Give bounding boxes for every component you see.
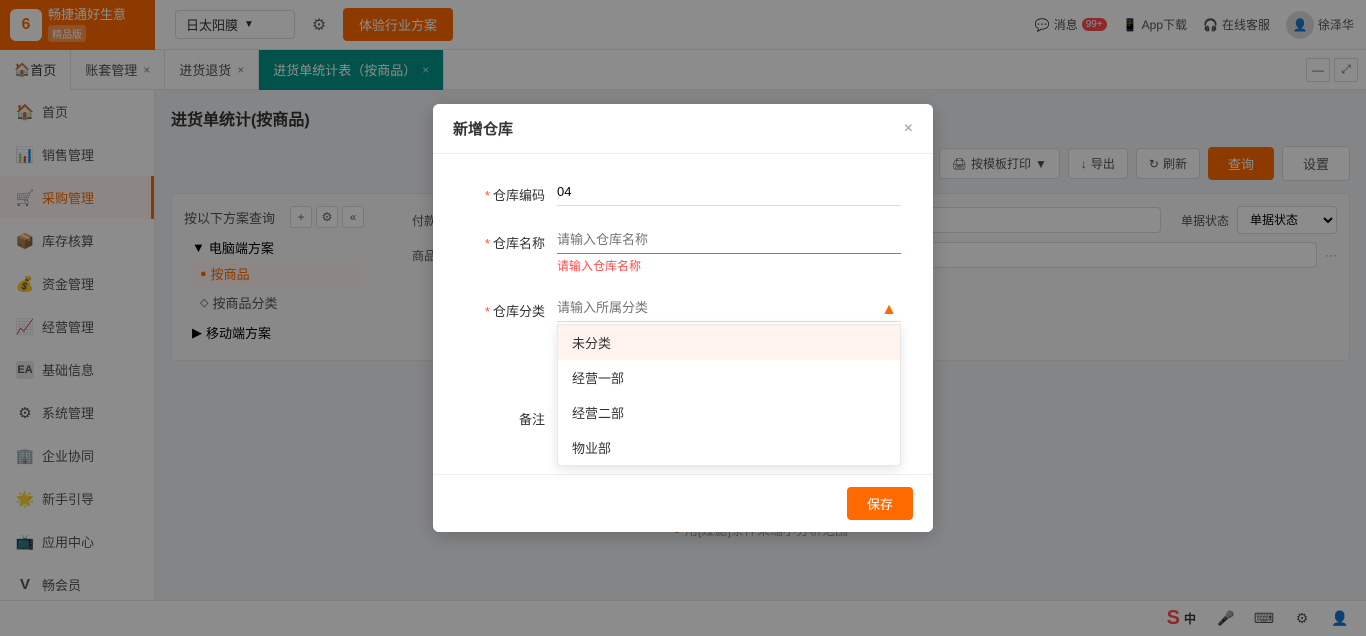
new-warehouse-modal: 新增仓库 × 仓库编码 仓库名称 请输入仓库名称 仓库分类 ▲ xyxy=(433,104,933,532)
code-input[interactable] xyxy=(557,178,901,206)
name-field-row: 仓库名称 请输入仓库名称 xyxy=(465,226,901,274)
dropdown-item-dept2[interactable]: 经营二部 xyxy=(558,395,900,430)
name-field: 请输入仓库名称 xyxy=(557,226,901,274)
name-error: 请输入仓库名称 xyxy=(557,257,901,274)
category-field-row: 仓库分类 ▲ 未分类 经营一部 经营二部 xyxy=(465,294,901,322)
modal-body: 仓库编码 仓库名称 请输入仓库名称 仓库分类 ▲ xyxy=(433,154,933,474)
dropdown-item-dept1[interactable]: 经营一部 xyxy=(558,360,900,395)
dropdown-item-uncategorized[interactable]: 未分类 xyxy=(558,325,900,360)
code-field-row: 仓库编码 xyxy=(465,178,901,206)
modal-footer: 保存 xyxy=(433,474,933,532)
category-label: 仓库分类 xyxy=(465,294,545,320)
modal-header: 新增仓库 × xyxy=(433,104,933,154)
dropdown-item-property[interactable]: 物业部 xyxy=(558,430,900,465)
code-label: 仓库编码 xyxy=(465,178,545,204)
name-input[interactable] xyxy=(557,226,901,254)
name-label: 仓库名称 xyxy=(465,226,545,252)
note-label: 备注 xyxy=(465,402,545,428)
category-field: ▲ 未分类 经营一部 经营二部 物业部 xyxy=(557,294,901,322)
category-dropdown: 未分类 经营一部 经营二部 物业部 xyxy=(557,324,901,466)
category-input[interactable] xyxy=(557,294,901,322)
code-field xyxy=(557,178,901,206)
save-button[interactable]: 保存 xyxy=(847,487,913,520)
category-input-wrapper: ▲ xyxy=(557,294,901,322)
category-toggle-button[interactable]: ▲ xyxy=(877,298,901,322)
modal-close-button[interactable]: × xyxy=(904,120,913,138)
modal-title: 新增仓库 xyxy=(453,118,513,139)
